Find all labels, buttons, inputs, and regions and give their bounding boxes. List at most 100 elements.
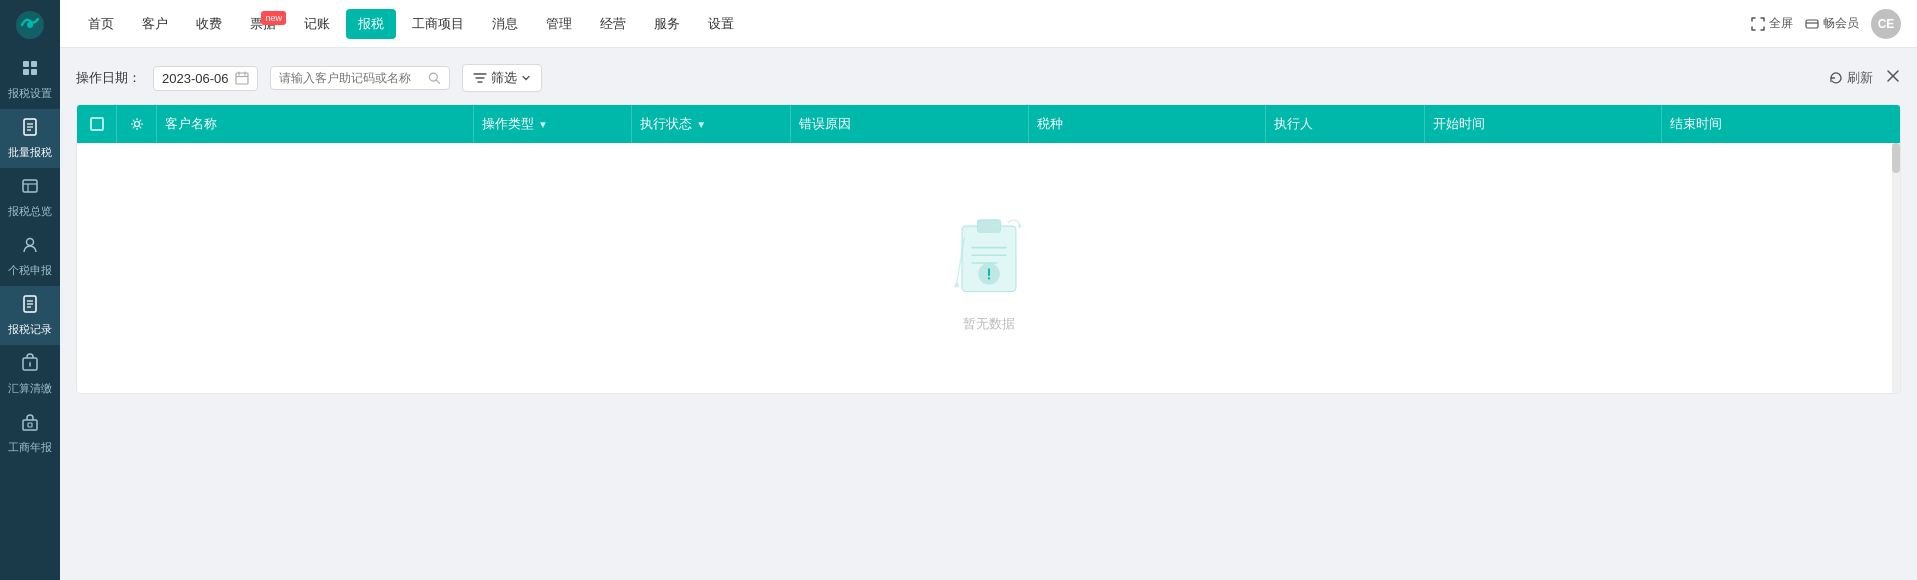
svg-point-43 <box>954 283 959 288</box>
avatar[interactable]: CE <box>1871 9 1901 39</box>
nav-income[interactable]: 收费 <box>184 9 234 39</box>
huisuan-jiaona-icon <box>20 353 40 378</box>
th-executor: 执行人 <box>1266 105 1424 143</box>
nav-message[interactable]: 消息 <box>480 9 530 39</box>
sidebar-item-baoshui-jilu[interactable]: 报税记录 <box>0 286 60 345</box>
svg-rect-25 <box>236 73 248 84</box>
close-button[interactable] <box>1885 68 1901 88</box>
svg-rect-4 <box>23 69 29 75</box>
close-icon <box>1885 68 1901 84</box>
nav-manage[interactable]: 管理 <box>534 9 584 39</box>
th-op-type[interactable]: 操作类型 ▼ <box>474 105 632 143</box>
search-input[interactable] <box>279 71 423 85</box>
th-settings[interactable] <box>117 105 157 143</box>
svg-rect-5 <box>31 69 37 75</box>
nav-account[interactable]: 记账 <box>292 9 342 39</box>
sidebar-item-label: 批量报税 <box>8 145 52 160</box>
th-client-name: 客户名称 <box>157 105 474 143</box>
svg-point-13 <box>27 239 34 246</box>
empty-text: 暂无数据 <box>963 315 1015 333</box>
member-button[interactable]: 畅会员 <box>1805 15 1859 32</box>
table-header: 客户名称 操作类型 ▼ 执行状态 ▼ 错误原因 税种 <box>77 105 1900 143</box>
filter-button[interactable]: 筛选 <box>462 64 542 92</box>
page-content: 操作日期： 2023-06-06 <box>60 48 1917 580</box>
refresh-icon <box>1829 71 1843 85</box>
sidebar-item-label: 汇算清缴 <box>8 381 52 396</box>
svg-point-1 <box>27 22 33 28</box>
scrollbar-right[interactable] <box>1892 143 1900 393</box>
nav-invoice[interactable]: 票据 new <box>238 9 288 39</box>
svg-rect-3 <box>31 61 37 67</box>
sidebar-item-huisuan-jiaona[interactable]: 汇算清缴 <box>0 345 60 404</box>
svg-rect-2 <box>23 61 29 67</box>
top-nav-right: 全屏 畅会员 CE <box>1751 9 1901 39</box>
search-icon <box>428 71 440 85</box>
sidebar-item-label: 工商年报 <box>8 440 52 455</box>
piliang-baoshui-icon <box>20 117 40 142</box>
svg-point-44 <box>1017 224 1021 228</box>
sidebar-item-geshuishenb[interactable]: 个税申报 <box>0 227 60 286</box>
nav-business[interactable]: 工商项目 <box>400 9 476 39</box>
svg-rect-23 <box>1806 20 1818 28</box>
top-nav: 首页 客户 收费 票据 new 记账 报税 工商项目 消息 <box>60 0 1917 48</box>
scroll-thumb[interactable] <box>1892 143 1900 173</box>
fullscreen-button[interactable]: 全屏 <box>1751 15 1793 32</box>
nav-tax[interactable]: 报税 <box>346 9 396 39</box>
sidebar: 报税设置 批量报税 报税总览 <box>0 0 60 580</box>
calendar-icon <box>235 71 249 85</box>
gongshang-nianb-icon <box>20 412 40 437</box>
select-all-checkbox[interactable] <box>90 117 104 131</box>
empty-state: 暂无数据 <box>77 143 1900 393</box>
empty-illustration <box>939 203 1039 303</box>
sidebar-logo <box>0 0 60 50</box>
sidebar-item-label: 个税申报 <box>8 263 52 278</box>
baoshui-jilu-icon <box>20 294 40 319</box>
date-label: 操作日期： <box>76 69 141 87</box>
filter-icon <box>473 71 487 85</box>
nav-home[interactable]: 首页 <box>76 9 126 39</box>
nav-operation[interactable]: 经营 <box>588 9 638 39</box>
sidebar-item-gongshang-nianb[interactable]: 工商年报 <box>0 404 60 463</box>
content: 操作日期： 2023-06-06 <box>60 48 1917 580</box>
th-exec-status[interactable]: 执行状态 ▼ <box>632 105 790 143</box>
member-icon <box>1805 17 1819 31</box>
invoice-badge: new <box>261 11 286 26</box>
svg-line-30 <box>437 80 440 83</box>
main-area: 首页 客户 收费 票据 new 记账 报税 工商项目 消息 <box>60 0 1917 580</box>
svg-rect-35 <box>977 220 1000 232</box>
table-container: 客户名称 操作类型 ▼ 执行状态 ▼ 错误原因 税种 <box>76 104 1901 394</box>
geshuishenb-icon <box>20 235 40 260</box>
op-type-sort-icon: ▼ <box>538 119 548 130</box>
nav-items: 首页 客户 收费 票据 new 记账 报税 工商项目 消息 <box>76 9 1751 39</box>
sidebar-item-label: 报税记录 <box>8 322 52 337</box>
svg-point-41 <box>987 277 989 279</box>
sidebar-item-piliang-baoshui[interactable]: 批量报税 <box>0 109 60 168</box>
th-error-reason: 错误原因 <box>791 105 1029 143</box>
th-end-time: 结束时间 <box>1662 105 1900 143</box>
nav-customer[interactable]: 客户 <box>130 9 180 39</box>
toolbar: 操作日期： 2023-06-06 <box>76 64 1901 92</box>
sidebar-item-baoshui-shezhi[interactable]: 报税设置 <box>0 50 60 109</box>
th-checkbox[interactable] <box>77 105 117 143</box>
baoshui-zonglан-icon <box>20 176 40 201</box>
chevron-down-icon <box>521 73 531 83</box>
baoshui-shezhi-icon <box>20 58 40 83</box>
nav-service[interactable]: 服务 <box>642 9 692 39</box>
th-start-time: 开始时间 <box>1425 105 1663 143</box>
svg-rect-22 <box>28 423 32 427</box>
svg-point-33 <box>134 122 139 127</box>
exec-status-sort-icon: ▼ <box>696 119 706 130</box>
refresh-button[interactable]: 刷新 <box>1829 69 1873 87</box>
sidebar-item-label: 报税总览 <box>8 204 52 219</box>
settings-icon <box>130 117 144 131</box>
svg-point-20 <box>30 362 31 363</box>
table-body: 暂无数据 <box>77 143 1900 393</box>
date-input[interactable]: 2023-06-06 <box>153 66 258 91</box>
sidebar-item-label: 报税设置 <box>8 86 52 101</box>
svg-rect-10 <box>23 180 37 192</box>
search-box <box>270 66 450 90</box>
nav-settings[interactable]: 设置 <box>696 9 746 39</box>
svg-rect-21 <box>23 420 37 430</box>
sidebar-item-baoshui-zonglан[interactable]: 报税总览 <box>0 168 60 227</box>
th-tax-type: 税种 <box>1029 105 1267 143</box>
